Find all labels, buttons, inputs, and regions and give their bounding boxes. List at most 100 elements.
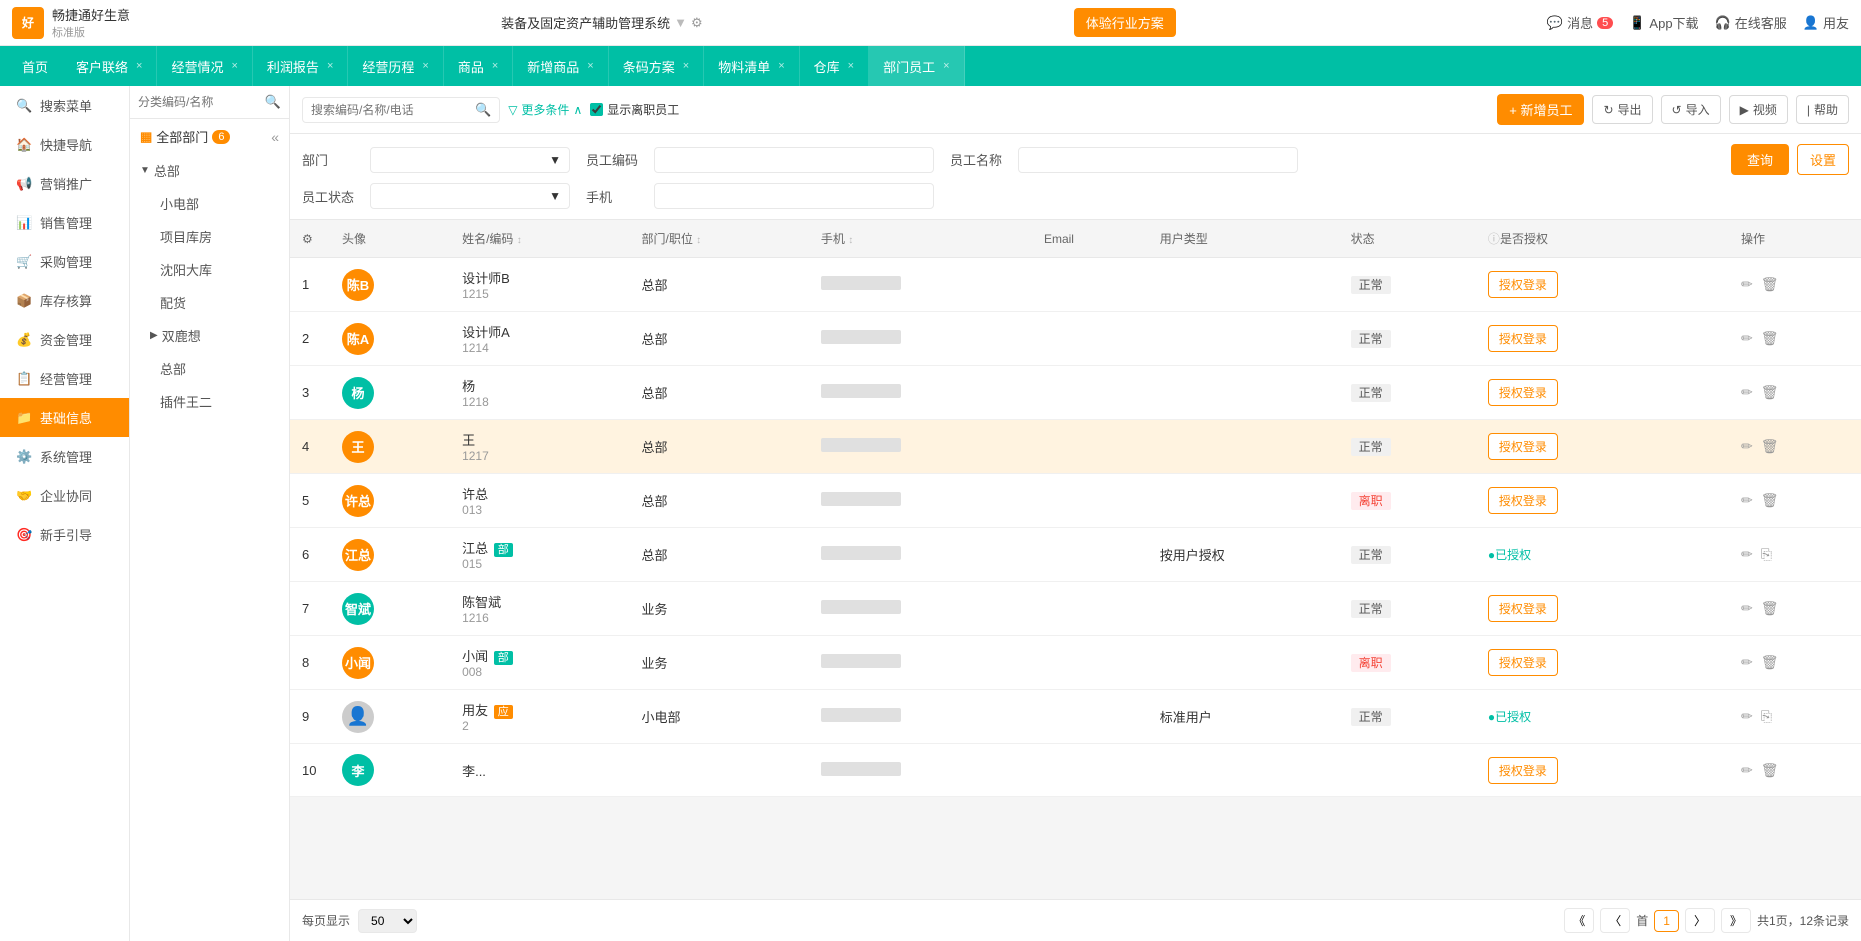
edit-icon[interactable]: ✏ (1741, 546, 1753, 563)
tree-group-headquarters[interactable]: ▼ 总部 (130, 154, 289, 187)
delete-icon[interactable]: 🗑 (1761, 654, 1779, 671)
close-icon[interactable]: × (848, 60, 854, 72)
edit-icon[interactable]: ✏ (1741, 762, 1753, 779)
sidebar-item-finance[interactable]: 💰 资金管理 (0, 320, 129, 359)
tab-department[interactable]: 部门员工× (869, 46, 964, 86)
close-icon[interactable]: × (683, 60, 689, 72)
tree-item-project[interactable]: 项目库房 (140, 220, 289, 253)
col-dept[interactable]: 部门/职位 ↕ (630, 220, 809, 258)
edit-icon[interactable]: ✏ (1741, 600, 1753, 617)
close-icon[interactable]: × (587, 60, 593, 72)
delete-icon[interactable]: 🗑 (1761, 492, 1779, 509)
tab-warehouse[interactable]: 仓库× (800, 46, 869, 86)
prev-page-button[interactable]: 〈 (1600, 908, 1630, 933)
close-icon[interactable]: × (231, 60, 237, 72)
tree-group-shuanglu[interactable]: ▶ 双鹿想 (140, 319, 289, 352)
tab-goods[interactable]: 商品× (444, 46, 513, 86)
tree-item-distribution[interactable]: 配货 (140, 286, 289, 319)
employee-code-input[interactable] (654, 147, 934, 173)
sidebar-item-nav[interactable]: 🏠 快捷导航 (0, 125, 129, 164)
tree-search-icon[interactable]: 🔍 (265, 94, 281, 110)
close-icon[interactable]: × (778, 60, 784, 72)
sidebar-item-purchase[interactable]: 🛒 采购管理 (0, 242, 129, 281)
edit-icon[interactable]: ✏ (1741, 384, 1753, 401)
search-button[interactable]: 查询 (1731, 144, 1789, 175)
sidebar-item-guide[interactable]: 🎯 新手引导 (0, 515, 129, 554)
view-button[interactable]: ▶ 视频 (1729, 95, 1788, 124)
tree-search-input[interactable] (138, 95, 261, 109)
tree-item-plugin[interactable]: 插件王二 (140, 385, 289, 418)
online-service-button[interactable]: 🎧 在线客服 (1715, 13, 1787, 32)
close-icon[interactable]: × (943, 60, 949, 72)
sidebar-item-marketing[interactable]: 📢 营销推广 (0, 164, 129, 203)
tab-barcode[interactable]: 条码方案× (609, 46, 704, 86)
col-name[interactable]: 姓名/编码 ↕ (450, 220, 629, 258)
edit-icon[interactable]: ✏ (1741, 654, 1753, 671)
delete-icon[interactable]: 🗑 (1761, 762, 1779, 779)
tab-profit[interactable]: 利润报告× (253, 46, 348, 86)
status-select[interactable]: ▼ (370, 183, 570, 209)
copy-icon[interactable]: ⎘ (1761, 546, 1772, 563)
sidebar-item-management[interactable]: 📋 经营管理 (0, 359, 129, 398)
message-button[interactable]: 💬 消息 5 (1547, 13, 1613, 32)
edit-icon[interactable]: ✏ (1741, 708, 1753, 725)
delete-icon[interactable]: 🗑 (1761, 330, 1779, 347)
tab-customer[interactable]: 客户联络× (62, 46, 157, 86)
delete-icon[interactable]: 🗑 (1761, 276, 1779, 293)
settings-icon[interactable]: ⚙ (691, 15, 703, 31)
delete-icon[interactable]: 🗑 (1761, 600, 1779, 617)
close-icon[interactable]: × (492, 60, 498, 72)
auth-button[interactable]: 授权登录 (1488, 595, 1558, 622)
sidebar-item-collab[interactable]: 🤝 企业协同 (0, 476, 129, 515)
sidebar-item-inventory[interactable]: 📦 库存核算 (0, 281, 129, 320)
employee-name-input[interactable] (1018, 147, 1298, 173)
auth-button[interactable]: 授权登录 (1488, 487, 1558, 514)
collapse-tree-button[interactable]: « (271, 129, 279, 145)
more-conditions-button[interactable]: ▽ 更多条件 ∧ (508, 101, 582, 118)
edit-icon[interactable]: ✏ (1741, 438, 1753, 455)
dept-select[interactable]: ▼ (370, 147, 570, 173)
tab-operations[interactable]: 经营情况× (157, 46, 252, 86)
sidebar-item-search[interactable]: 🔍 搜索菜单 (0, 86, 129, 125)
tree-all-dept-label[interactable]: 全部部门 (156, 127, 208, 146)
edit-icon[interactable]: ✏ (1741, 492, 1753, 509)
tree-item-electronics[interactable]: 小电部 (140, 187, 289, 220)
export-button[interactable]: ↻ 导出 (1592, 95, 1652, 124)
col-settings[interactable]: ⚙ (290, 220, 330, 258)
auth-button[interactable]: 授权登录 (1488, 325, 1558, 352)
tree-item-shenyang[interactable]: 沈阳大库 (140, 253, 289, 286)
edit-icon[interactable]: ✏ (1741, 276, 1753, 293)
sidebar-item-basic[interactable]: 📁 基础信息 (0, 398, 129, 437)
auth-button[interactable]: 授权登录 (1488, 649, 1558, 676)
search-input[interactable] (311, 103, 471, 117)
sidebar-item-sales[interactable]: 📊 销售管理 (0, 203, 129, 242)
close-icon[interactable]: × (422, 60, 428, 72)
close-icon[interactable]: × (136, 60, 142, 72)
delete-icon[interactable]: 🗑 (1761, 438, 1779, 455)
search-icon[interactable]: 🔍 (475, 102, 491, 118)
auth-button[interactable]: 授权登录 (1488, 379, 1558, 406)
app-download-button[interactable]: 📱 App下载 (1629, 13, 1698, 32)
next-page-button[interactable]: 〉 (1685, 908, 1715, 933)
per-page-select[interactable]: 50 100 200 (358, 909, 417, 933)
tree-item-hq[interactable]: 总部 (140, 352, 289, 385)
tab-new-goods[interactable]: 新增商品× (513, 46, 608, 86)
auth-button[interactable]: 授权登录 (1488, 757, 1558, 784)
auth-button[interactable]: 授权登录 (1488, 271, 1558, 298)
last-page-button[interactable]: 》 (1721, 908, 1751, 933)
tab-home[interactable]: 首页 (8, 46, 62, 86)
add-employee-button[interactable]: + 新增员工 (1497, 94, 1584, 125)
help-button[interactable]: | 帮助 (1796, 95, 1849, 124)
tab-bom[interactable]: 物料清单× (704, 46, 799, 86)
tab-history[interactable]: 经营历程× (348, 46, 443, 86)
col-phone[interactable]: 手机 ↕ (809, 220, 1032, 258)
close-icon[interactable]: × (327, 60, 333, 72)
sidebar-item-system[interactable]: ⚙️ 系统管理 (0, 437, 129, 476)
copy-icon[interactable]: ⎘ (1761, 708, 1772, 725)
phone-input[interactable] (654, 183, 934, 209)
user-avatar[interactable]: 👤 用友 (1803, 13, 1849, 32)
auth-button[interactable]: 授权登录 (1488, 433, 1558, 460)
import-button[interactable]: ↺ 导入 (1661, 95, 1721, 124)
trial-button[interactable]: 体验行业方案 (1074, 8, 1176, 37)
delete-icon[interactable]: 🗑 (1761, 384, 1779, 401)
